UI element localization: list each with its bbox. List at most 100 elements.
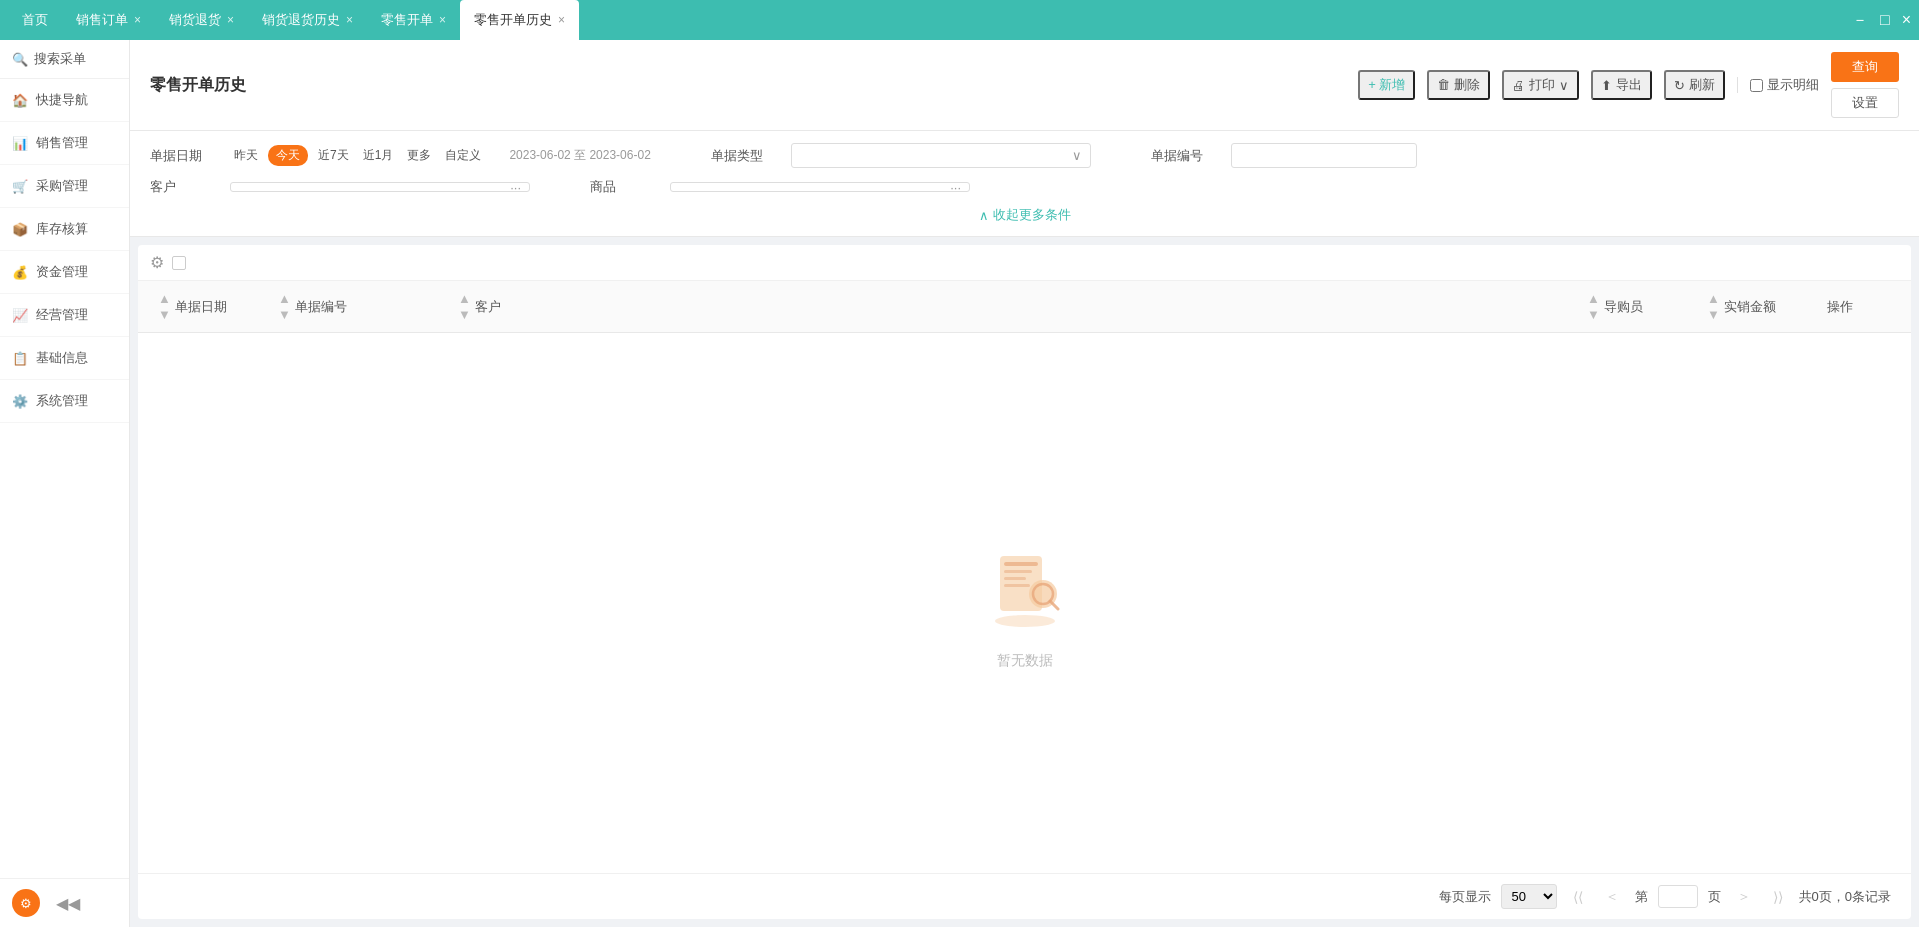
date-btn-7days[interactable]: 近7天 xyxy=(314,145,353,166)
settings-button[interactable]: 设置 xyxy=(1831,88,1899,118)
tab-retail-order-label: 零售开单 xyxy=(381,11,433,29)
search-icon: 🔍 xyxy=(12,52,28,67)
page-last-btn[interactable]: ⟩⟩ xyxy=(1767,887,1789,907)
date-filter-label: 单据日期 xyxy=(150,147,210,165)
sort-arrows-customer: ▲▼ xyxy=(458,291,471,322)
per-page-select[interactable]: 50 100 200 xyxy=(1501,884,1557,909)
tab-retail-order[interactable]: 零售开单 × xyxy=(367,0,460,40)
th-amount[interactable]: ▲▼ 实销金额 xyxy=(1699,281,1819,332)
settings-gear-icon[interactable]: ⚙ xyxy=(12,889,40,917)
select-all-checkbox[interactable] xyxy=(172,256,186,270)
date-btn-yesterday[interactable]: 昨天 xyxy=(230,145,262,166)
sidebar: 🔍 搜索采单 🏠 快捷导航 📊 销售管理 🛒 采购管理 📦 库存核算 💰 资金管… xyxy=(0,40,130,927)
empty-text: 暂无数据 xyxy=(997,652,1053,670)
bill-type-arrow-icon: ∨ xyxy=(1072,148,1082,163)
window-controls: － □ × xyxy=(1852,10,1911,31)
sidebar-item-quick-nav[interactable]: 🏠 快捷导航 xyxy=(0,79,129,122)
tab-return[interactable]: 销货退货 × xyxy=(155,0,248,40)
filter-row-1: 单据日期 昨天 今天 近7天 近1月 更多 自定义 2023-06-02 至 2… xyxy=(150,143,1899,168)
content-area: 零售开单历史 + 新增 🗑 删除 🖨 打印 ∨ ⬆ 导出 ↻ 刷新 xyxy=(130,40,1919,927)
date-btn-custom[interactable]: 自定义 xyxy=(441,145,485,166)
sidebar-item-inventory[interactable]: 📦 库存核算 xyxy=(0,208,129,251)
th-customer[interactable]: ▲▼ 客户 xyxy=(450,281,1579,332)
page-label-pre: 第 xyxy=(1635,888,1648,906)
tab-return-history-close[interactable]: × xyxy=(346,13,353,27)
th-number[interactable]: ▲▼ 单据编号 xyxy=(270,281,450,332)
maximize-btn[interactable]: □ xyxy=(1880,11,1890,29)
toolbar-divider xyxy=(1737,77,1738,93)
table-settings-icon[interactable]: ⚙ xyxy=(150,253,164,272)
tab-sales-order-close[interactable]: × xyxy=(134,13,141,27)
tab-return-close[interactable]: × xyxy=(227,13,234,27)
close-btn[interactable]: × xyxy=(1902,11,1911,29)
date-btn-more[interactable]: 更多 xyxy=(403,145,435,166)
th-guide[interactable]: ▲▼ 导购员 xyxy=(1579,281,1699,332)
page-prev-btn[interactable]: ＜ xyxy=(1599,886,1625,908)
show-detail-checkbox[interactable] xyxy=(1750,79,1763,92)
per-page-label: 每页显示 xyxy=(1439,888,1491,906)
tab-home-label: 首页 xyxy=(22,11,48,29)
sidebar-item-sys-mgmt[interactable]: ⚙️ 系统管理 xyxy=(0,380,129,423)
sidebar-collapse-button[interactable]: ◀◀ xyxy=(56,894,80,913)
page-header: 零售开单历史 + 新增 🗑 删除 🖨 打印 ∨ ⬆ 导出 ↻ 刷新 xyxy=(130,40,1919,131)
pagination: 每页显示 50 100 200 ⟨⟨ ＜ 第 1 页 ＞ ⟩⟩ 共0页，0条记录 xyxy=(138,873,1911,919)
empty-state: 暂无数据 xyxy=(138,333,1911,873)
th-amount-label: 实销金额 xyxy=(1724,298,1776,316)
collapse-filter-button[interactable]: ∧ 收起更多条件 xyxy=(150,206,1899,224)
tab-home[interactable]: 首页 xyxy=(8,0,62,40)
show-detail-toggle[interactable]: 显示明细 xyxy=(1750,76,1819,94)
th-action-label: 操作 xyxy=(1827,298,1853,316)
date-btn-today[interactable]: 今天 xyxy=(268,145,308,166)
top-bar: 首页 销售订单 × 销货退货 × 销货退货历史 × 零售开单 × 零售开单历史 … xyxy=(0,0,1919,40)
sidebar-item-label-quick-nav: 快捷导航 xyxy=(36,91,88,109)
sidebar-item-label-inventory: 库存核算 xyxy=(36,220,88,238)
base-info-icon: 📋 xyxy=(12,351,28,366)
page-next-btn[interactable]: ＞ xyxy=(1731,886,1757,908)
th-date[interactable]: ▲▼ 单据日期 xyxy=(150,281,270,332)
sort-arrows-guide: ▲▼ xyxy=(1587,291,1600,322)
new-button[interactable]: + 新增 xyxy=(1358,70,1415,100)
tab-retail-history[interactable]: 零售开单历史 × xyxy=(460,0,579,40)
export-button[interactable]: ⬆ 导出 xyxy=(1591,70,1652,100)
th-guide-label: 导购员 xyxy=(1604,298,1643,316)
tab-sales-order[interactable]: 销售订单 × xyxy=(62,0,155,40)
delete-button[interactable]: 🗑 删除 xyxy=(1427,70,1490,100)
main-layout: 🔍 搜索采单 🏠 快捷导航 📊 销售管理 🛒 采购管理 📦 库存核算 💰 资金管… xyxy=(0,40,1919,927)
customer-input[interactable] xyxy=(230,182,530,192)
tab-return-label: 销货退货 xyxy=(169,11,221,29)
goods-input[interactable] xyxy=(670,182,970,192)
sidebar-item-operations[interactable]: 📈 经营管理 xyxy=(0,294,129,337)
bill-number-label: 单据编号 xyxy=(1151,147,1211,165)
sidebar-item-label-finance: 资金管理 xyxy=(36,263,88,281)
th-number-label: 单据编号 xyxy=(295,298,347,316)
tab-retail-history-close[interactable]: × xyxy=(558,13,565,27)
sidebar-search[interactable]: 🔍 搜索采单 xyxy=(0,40,129,79)
filter-row-2: 客户 商品 xyxy=(150,178,1899,196)
tab-retail-order-close[interactable]: × xyxy=(439,13,446,27)
bill-number-input[interactable] xyxy=(1231,143,1417,168)
page-label: 页 xyxy=(1708,888,1721,906)
svg-rect-2 xyxy=(1004,562,1038,566)
sidebar-item-finance[interactable]: 💰 资金管理 xyxy=(0,251,129,294)
refresh-button[interactable]: ↻ 刷新 xyxy=(1664,70,1725,100)
date-btn-1month[interactable]: 近1月 xyxy=(359,145,398,166)
query-button[interactable]: 查询 xyxy=(1831,52,1899,82)
bill-type-select[interactable]: ∨ xyxy=(791,143,1091,168)
refresh-label: 刷新 xyxy=(1689,76,1715,94)
tab-return-history[interactable]: 销货退货历史 × xyxy=(248,0,367,40)
table-header: ▲▼ 单据日期 ▲▼ 单据编号 ▲▼ 客户 ▲▼ 导购员 ▲▼ 实销金额 xyxy=(138,281,1911,333)
finance-icon: 💰 xyxy=(12,265,28,280)
sidebar-item-sales-mgmt[interactable]: 📊 销售管理 xyxy=(0,122,129,165)
date-shortcuts: 昨天 今天 近7天 近1月 更多 自定义 xyxy=(230,145,485,166)
th-action: 操作 xyxy=(1819,288,1899,326)
sidebar-item-base-info[interactable]: 📋 基础信息 xyxy=(0,337,129,380)
refresh-icon: ↻ xyxy=(1674,78,1685,93)
sidebar-search-label: 搜索采单 xyxy=(34,50,86,68)
th-customer-label: 客户 xyxy=(475,298,501,316)
minimize-btn[interactable]: － xyxy=(1852,10,1868,31)
page-number-input[interactable]: 1 xyxy=(1658,885,1698,908)
page-first-btn[interactable]: ⟨⟨ xyxy=(1567,887,1589,907)
sort-arrows-number: ▲▼ xyxy=(278,291,291,322)
sidebar-item-purchase-mgmt[interactable]: 🛒 采购管理 xyxy=(0,165,129,208)
print-button[interactable]: 🖨 打印 ∨ xyxy=(1502,70,1579,100)
